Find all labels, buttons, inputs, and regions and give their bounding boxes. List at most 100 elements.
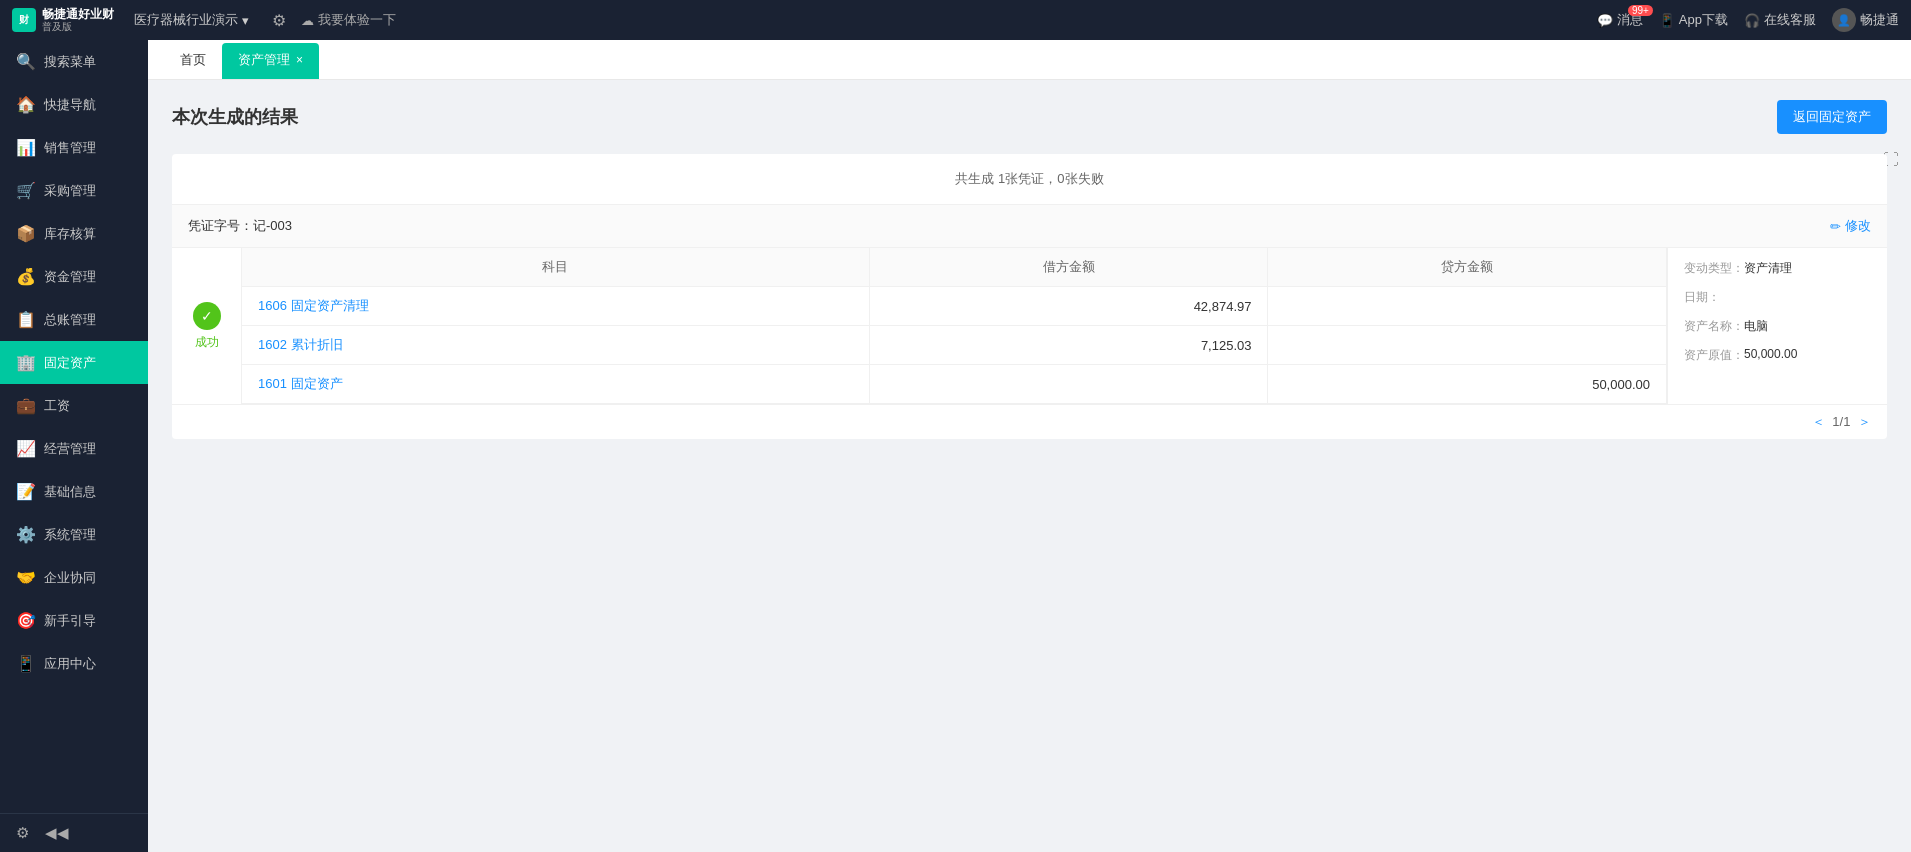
sidebar-item-quicknav[interactable]: 🏠 快捷导航 — [0, 83, 148, 126]
prev-icon[interactable]: ＜ — [1812, 414, 1825, 429]
sidebar-item-fixed-assets[interactable]: 🏢 固定资产 — [0, 341, 148, 384]
credit-3: 50,000.00 — [1268, 365, 1667, 404]
sidebar-item-purchase[interactable]: 🛒 采购管理 — [0, 169, 148, 212]
cooperation-icon: 🤝 — [16, 568, 36, 587]
asset-value-value: 50,000.00 — [1744, 347, 1797, 364]
sidebar-item-management[interactable]: 📈 经营管理 — [0, 427, 148, 470]
ledger-icon: 📋 — [16, 310, 36, 329]
col-header-debit: 借方金额 — [869, 248, 1268, 287]
sidebar-item-system[interactable]: ⚙️ 系统管理 — [0, 513, 148, 556]
collapse-icon[interactable]: ◀◀ — [45, 824, 69, 842]
home-icon: 🏠 — [16, 95, 36, 114]
sidebar-item-inventory[interactable]: 📦 库存核算 — [0, 212, 148, 255]
sidebar-item-ledger[interactable]: 📋 总账管理 — [0, 298, 148, 341]
sidebar-item-label: 新手引导 — [44, 612, 96, 630]
tab-home[interactable]: 首页 — [164, 43, 222, 79]
return-button[interactable]: 返回固定资产 — [1777, 100, 1887, 134]
tab-close-icon[interactable]: × — [296, 53, 303, 67]
status-column: ✓ 成功 — [172, 248, 242, 404]
info-icon: 📝 — [16, 482, 36, 501]
page-info: 1/1 — [1832, 414, 1854, 429]
sidebar-item-search[interactable]: 🔍 搜索菜单 — [0, 40, 148, 83]
debit-1: 42,874.97 — [869, 287, 1268, 326]
next-icon[interactable]: ＞ — [1858, 414, 1871, 429]
inventory-icon: 📦 — [16, 224, 36, 243]
payroll-icon: 💼 — [16, 396, 36, 415]
chart-icon: 📈 — [16, 439, 36, 458]
customer-service-button[interactable]: 🎧 在线客服 — [1744, 11, 1816, 29]
sidebar-item-label: 库存核算 — [44, 225, 96, 243]
user-avatar[interactable]: 👤 畅捷通 — [1832, 8, 1899, 32]
customer-service-label: 在线客服 — [1764, 11, 1816, 29]
sidebar-item-guide[interactable]: 🎯 新手引导 — [0, 599, 148, 642]
sidebar-item-label: 经营管理 — [44, 440, 96, 458]
main-layout: 🔍 搜索菜单 🏠 快捷导航 📊 销售管理 🛒 采购管理 📦 库存核算 💰 资金管… — [0, 40, 1911, 852]
sidebar-item-payroll[interactable]: 💼 工资 — [0, 384, 148, 427]
asset-name-row: 资产名称： 电脑 — [1684, 318, 1871, 335]
tab-home-label: 首页 — [180, 51, 206, 69]
topbar-right: 💬 消息 99+ 📱 App下载 🎧 在线客服 👤 畅捷通 — [1597, 8, 1899, 32]
summary-bar: 共生成 1张凭证，0张失败 — [172, 154, 1887, 205]
experience-button[interactable]: ☁ 我要体验一下 — [301, 11, 396, 29]
sidebar-item-label: 企业协同 — [44, 569, 96, 587]
credit-1 — [1268, 287, 1667, 326]
settings-bottom-icon[interactable]: ⚙ — [16, 824, 29, 842]
building-icon: 🏢 — [16, 353, 36, 372]
app-name: 畅捷通好业财 — [42, 7, 114, 21]
sidebar-item-label: 资金管理 — [44, 268, 96, 286]
app-download-label: App下载 — [1679, 11, 1728, 29]
guide-icon: 🎯 — [16, 611, 36, 630]
page-header: 本次生成的结果 返回固定资产 — [172, 100, 1887, 134]
sidebar-item-sales[interactable]: 📊 销售管理 — [0, 126, 148, 169]
page-title: 本次生成的结果 — [172, 105, 298, 129]
table-row: 1602 累计折旧 7,125.03 — [242, 326, 1667, 365]
page-content: ✕ ⛶ 本次生成的结果 返回固定资产 共生成 1张凭证，0张失败 凭证字号：记-… — [148, 80, 1911, 852]
username: 畅捷通 — [1860, 11, 1899, 29]
sidebar-bottom: ⚙ ◀◀ — [0, 813, 148, 852]
change-type-label: 变动类型： — [1684, 260, 1744, 277]
asset-value-row: 资产原值： 50,000.00 — [1684, 347, 1871, 364]
company-selector[interactable]: 医疗器械行业演示 ▾ — [134, 11, 249, 29]
edit-button[interactable]: ✏ 修改 — [1830, 217, 1871, 235]
tab-asset-label: 资产管理 — [238, 51, 290, 69]
experience-label: 我要体验一下 — [318, 11, 396, 29]
sidebar-item-label: 应用中心 — [44, 655, 96, 673]
company-name: 医疗器械行业演示 — [134, 11, 238, 29]
voucher-table: 科目 借方金额 贷方金额 1606 固定资产清理 42,874.97 — [242, 248, 1667, 404]
logo-icon: 财 — [12, 8, 36, 32]
date-label: 日期： — [1684, 289, 1744, 306]
status-label: 成功 — [195, 334, 219, 351]
tab-asset-management[interactable]: 资产管理 × — [222, 43, 319, 79]
subject-2: 1602 累计折旧 — [242, 326, 869, 365]
edit-label: 修改 — [1845, 217, 1871, 235]
date-row: 日期： — [1684, 289, 1871, 306]
purchase-icon: 🛒 — [16, 181, 36, 200]
voucher-table-main: 科目 借方金额 贷方金额 1606 固定资产清理 42,874.97 — [242, 248, 1667, 404]
sidebar-item-cooperation[interactable]: 🤝 企业协同 — [0, 556, 148, 599]
search-icon: 🔍 — [16, 52, 36, 71]
topbar: 财 畅捷通好业财 普及版 医疗器械行业演示 ▾ ⚙ ☁ 我要体验一下 💬 消息 … — [0, 0, 1911, 40]
pagination: ＜ 1/1 ＞ — [172, 404, 1887, 439]
sidebar-item-app-center[interactable]: 📱 应用中心 — [0, 642, 148, 685]
voucher-header: 凭证字号：记-003 ✏ 修改 — [172, 205, 1887, 248]
system-icon: ⚙️ — [16, 525, 36, 544]
tab-bar: 首页 资产管理 × — [148, 40, 1911, 80]
message-icon: 💬 — [1597, 13, 1613, 28]
asset-name-value: 电脑 — [1744, 318, 1768, 335]
sidebar-item-basic-info[interactable]: 📝 基础信息 — [0, 470, 148, 513]
message-badge: 99+ — [1628, 5, 1653, 16]
sidebar-item-finance[interactable]: 💰 资金管理 — [0, 255, 148, 298]
sidebar-item-label: 系统管理 — [44, 526, 96, 544]
sidebar-item-label: 工资 — [44, 397, 70, 415]
change-type-value: 资产清理 — [1744, 260, 1792, 277]
subject-1: 1606 固定资产清理 — [242, 287, 869, 326]
app-download-button[interactable]: 📱 App下载 — [1659, 11, 1728, 29]
settings-icon[interactable]: ⚙ — [265, 6, 293, 34]
sidebar-item-label: 快捷导航 — [44, 96, 96, 114]
app-logo: 财 畅捷通好业财 普及版 — [12, 7, 114, 33]
asset-value-label: 资产原值： — [1684, 347, 1744, 364]
message-button[interactable]: 💬 消息 99+ — [1597, 11, 1643, 29]
checkmark-icon: ✓ — [201, 308, 213, 324]
col-header-subject: 科目 — [242, 248, 869, 287]
sidebar-item-label: 基础信息 — [44, 483, 96, 501]
